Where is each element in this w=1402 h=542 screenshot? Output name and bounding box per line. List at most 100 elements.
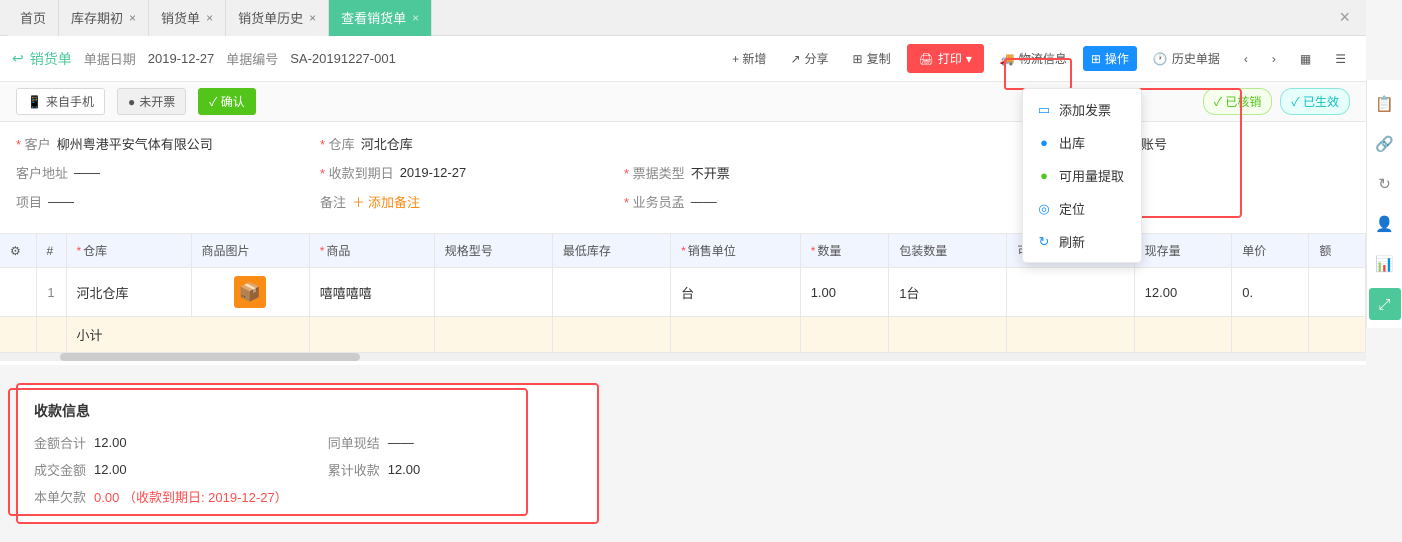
biz-staff-group: 业务员孟 —— xyxy=(624,192,904,211)
effective-btn[interactable]: ✓ 已生效 xyxy=(1280,88,1350,115)
logistics-btn[interactable]: 🚚 物流信息 xyxy=(992,46,1075,71)
sidebar-user-icon[interactable]: 👤 xyxy=(1369,208,1401,240)
locate-item[interactable]: ◎ 定位 xyxy=(1023,192,1141,225)
confirm-btn[interactable]: ✓ 确认 xyxy=(198,88,256,115)
prev-btn[interactable]: ‹ xyxy=(1236,48,1256,70)
logistics-label: 物流信息 xyxy=(1019,50,1067,67)
horizontal-scrollbar[interactable] xyxy=(0,353,1366,361)
row-num: 1 xyxy=(36,268,66,317)
row-available xyxy=(1007,268,1134,317)
owed-label: 本单欠款 xyxy=(34,487,86,506)
th-spec: 规格型号 xyxy=(434,234,552,268)
history-btn[interactable]: 🕐 历史单据 xyxy=(1145,46,1228,71)
th-gear[interactable]: ⚙ xyxy=(0,234,36,268)
tab-inventory-close[interactable]: × xyxy=(129,11,136,25)
tab-view-close[interactable]: × xyxy=(412,11,419,25)
sidebar-data-icon[interactable]: 📊 xyxy=(1369,248,1401,280)
subtotal-num xyxy=(36,317,66,353)
new-btn[interactable]: + 新增 xyxy=(724,46,774,71)
copy-btn[interactable]: ⊞ 复制 xyxy=(845,46,899,71)
summary-deal-row: 成交金额 12.00 xyxy=(34,460,288,479)
print-btn[interactable]: 🖨 打印 ▾ xyxy=(907,44,984,73)
subtotal-c3 xyxy=(309,317,434,353)
th-num: # xyxy=(36,234,66,268)
total-label: 金额合计 xyxy=(34,433,86,452)
summary-received-row: 累计收款 12.00 xyxy=(328,460,582,479)
subtotal-c8 xyxy=(889,317,1007,353)
outbound-item[interactable]: ● 出库 xyxy=(1023,126,1141,159)
tab-sales-close[interactable]: × xyxy=(206,11,213,25)
tab-inventory-label: 库存期初 xyxy=(71,8,123,27)
tab-home[interactable]: 首页 xyxy=(8,0,59,36)
owed-value: 0.00 （收款到期日: 2019-12-27） xyxy=(94,487,288,506)
grid-view-btn[interactable]: ▦ xyxy=(1292,48,1319,70)
received-label: 累计收款 xyxy=(328,460,380,479)
checked-btn[interactable]: ✓ 已核销 xyxy=(1203,88,1273,115)
settlement-value: —— xyxy=(388,435,414,450)
subtotal-gear xyxy=(0,317,36,353)
sidebar-copy-icon[interactable]: 📋 xyxy=(1369,88,1401,120)
th-unit-price: 单价 xyxy=(1232,234,1309,268)
due-date-group: 收款到期日 2019-12-27 xyxy=(320,163,600,182)
tab-sales-order[interactable]: 销货单 × xyxy=(149,0,226,36)
add-note-label: 添加备注 xyxy=(368,192,420,211)
locate-label: 定位 xyxy=(1059,199,1085,218)
checked-label: 已核销 xyxy=(1225,95,1261,109)
add-note-btn[interactable]: ＋ 添加备注 xyxy=(352,192,420,211)
doc-title: ↩ 销货单 xyxy=(12,49,72,69)
print-dropdown-arrow: ▾ xyxy=(966,52,972,66)
subtotal-c9 xyxy=(1007,317,1134,353)
row-actions[interactable] xyxy=(0,268,36,317)
row-unit-price: 0. xyxy=(1232,268,1309,317)
ticket-group: 票据类型 不开票 xyxy=(624,163,904,182)
th-amount: 额 xyxy=(1309,234,1366,268)
project-group: 项目 —— xyxy=(16,192,296,211)
share-label: 分享 xyxy=(805,50,829,67)
deal-value: 12.00 xyxy=(94,462,127,477)
from-phone-btn[interactable]: 📱 来自手机 xyxy=(16,88,105,115)
th-current-qty: 现存量 xyxy=(1134,234,1232,268)
not-open-btn[interactable]: ● 未开票 xyxy=(117,88,186,115)
list-view-btn[interactable]: ☰ xyxy=(1327,48,1354,70)
customer-value: 柳州粤港平安气体有限公司 xyxy=(57,134,213,153)
outbound-icon: ● xyxy=(1037,136,1051,150)
subtotal-c4 xyxy=(434,317,552,353)
no-value: SA-20191227-001 xyxy=(290,51,396,66)
sidebar-expand-icon[interactable]: ⤢ xyxy=(1369,288,1401,320)
next-btn[interactable]: › xyxy=(1264,48,1284,70)
effective-icon: ✓ xyxy=(1291,95,1299,109)
tab-inventory-init[interactable]: 库存期初 × xyxy=(59,0,149,36)
sidebar-link-icon[interactable]: 🔗 xyxy=(1369,128,1401,160)
window-close-btn[interactable]: × xyxy=(1339,7,1358,28)
history-label: 历史单据 xyxy=(1172,50,1220,67)
effective-label: 已生效 xyxy=(1303,95,1339,109)
grid-icon: ⊞ xyxy=(1091,52,1101,66)
share-btn[interactable]: ↗ 分享 xyxy=(782,46,836,71)
quantity-extract-item[interactable]: ● 可用量提取 xyxy=(1023,159,1141,192)
refresh-item[interactable]: ↻ 刷新 xyxy=(1023,225,1141,258)
refresh-label: 刷新 xyxy=(1059,232,1085,251)
invoice-icon: ▭ xyxy=(1037,103,1051,117)
share-icon: ↗ xyxy=(790,52,800,66)
tab-view-sales[interactable]: 查看销货单 × xyxy=(329,0,432,36)
operation-btn[interactable]: ⊞ 操作 xyxy=(1083,46,1137,71)
row-quantity: 1.00 xyxy=(800,268,889,317)
from-phone-label: 来自手机 xyxy=(46,93,94,110)
tab-sales-history[interactable]: 销货单历史 × xyxy=(226,0,329,36)
due-note: （收款到期日: 2019-12-27） xyxy=(123,490,288,505)
settlement-label: 同单现结 xyxy=(328,433,380,452)
subtotal-c6 xyxy=(671,317,801,353)
form-row-2: 客户地址 —— 收款到期日 2019-12-27 票据类型 不开票 xyxy=(16,163,1350,182)
address-value: —— xyxy=(74,165,100,180)
th-sales-unit: *销售单位 xyxy=(671,234,801,268)
tab-view-label: 查看销货单 xyxy=(341,8,406,27)
sidebar-refresh-icon[interactable]: ↻ xyxy=(1369,168,1401,200)
add-invoice-item[interactable]: ▭ 添加发票 xyxy=(1023,93,1141,126)
toolbar-right: + 新增 ↗ 分享 ⊞ 复制 🖨 打印 ▾ 🚚 物流信息 xyxy=(724,44,1354,73)
scroll-thumb[interactable] xyxy=(60,353,360,361)
total-value: 12.00 xyxy=(94,435,127,450)
subtotal-c10 xyxy=(1134,317,1232,353)
summary-wrapper: 收款信息 金额合计 12.00 同单现结 —— 成交金额 12.00 xyxy=(0,365,1366,542)
th-pack-qty: 包装数量 xyxy=(889,234,1007,268)
tab-history-close[interactable]: × xyxy=(309,11,316,25)
